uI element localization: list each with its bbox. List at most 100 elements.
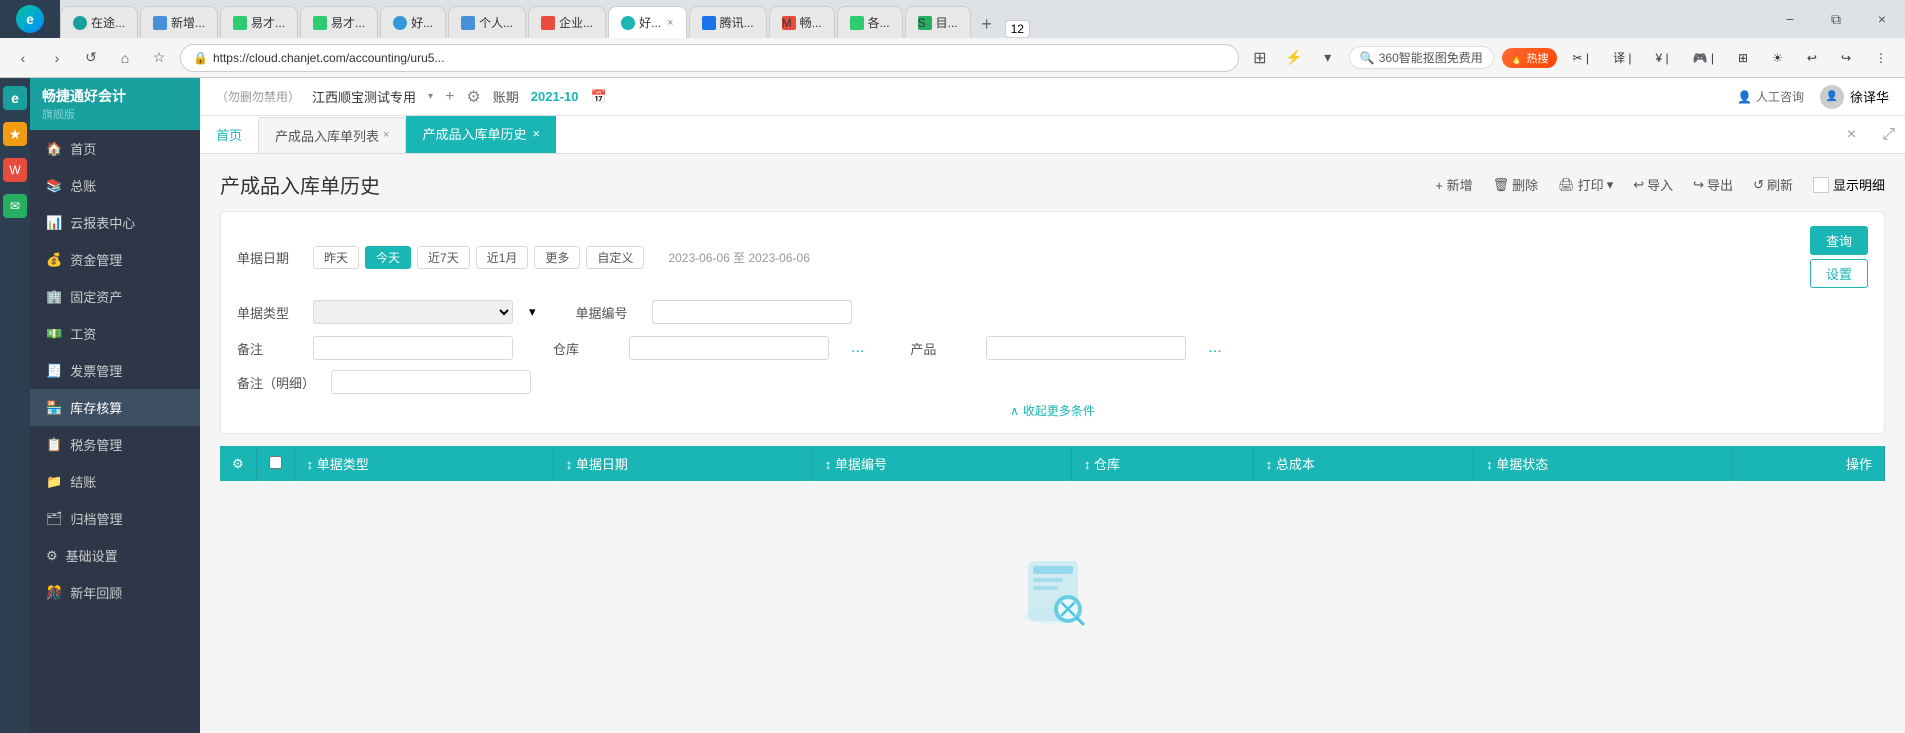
sidebar-icon-star[interactable]: ★ [3,122,27,146]
th-total-cost[interactable]: ↕ 总成本 [1253,446,1473,481]
refresh-btn[interactable]: ↺ 刷新 [1745,171,1801,198]
sidebar-item-tax[interactable]: 📋 税务管理 [30,426,200,463]
sidebar-item-fund[interactable]: 💰 资金管理 [30,241,200,278]
import-btn[interactable]: ↩ 导入 [1625,171,1681,198]
forward-btn[interactable]: › [44,45,70,71]
sidebar-item-cloud-report[interactable]: 📊 云报表中心 [30,204,200,241]
date-btn-more[interactable]: 更多 [534,246,580,269]
scissors-icon[interactable]: ✂ | [1565,48,1598,68]
th-status[interactable]: ↕ 单据状态 [1474,446,1733,481]
th-checkbox[interactable] [256,446,294,481]
apps-btn[interactable]: ⊞ [1730,48,1756,68]
sidebar-icon-weibo[interactable]: W [3,158,27,182]
redo-btn[interactable]: ↪ [1833,48,1859,68]
sidebar-item-inventory[interactable]: 🏪 库存核算 [30,389,200,426]
hot-search-badge[interactable]: 🔥 热搜 [1502,48,1557,68]
browser-tab-active[interactable]: 好... × [608,6,686,38]
print-btn[interactable]: 🖨 打印 ▾ [1550,171,1621,198]
window-minimize[interactable]: − [1767,0,1813,38]
settings-gear-btn[interactable]: ⚙ [466,87,480,107]
add-btn[interactable]: + 新增 [1427,171,1480,198]
date-btn-1month[interactable]: 近1月 [476,246,529,269]
browser-tab[interactable]: 好... [380,6,446,38]
back-btn[interactable]: ‹ [10,45,36,71]
undo-btn[interactable]: ↩ [1799,48,1825,68]
warehouse-ellipsis-btn[interactable]: ... [845,339,870,357]
sidebar-item-basic[interactable]: ⚙ 基础设置 [30,537,200,574]
lightning-icon[interactable]: ⚡ [1281,45,1307,71]
sidebar-item-fixed-assets[interactable]: 🏢 固定资产 [30,278,200,315]
extensions-icon[interactable]: ⊞ [1247,45,1273,71]
product-ellipsis-btn[interactable]: ... [1202,339,1227,357]
collapse-btn[interactable]: ∧ 收起更多条件 [237,402,1868,419]
date-btn-today[interactable]: 今天 [365,246,411,269]
setting-btn[interactable]: 设置 [1810,259,1868,288]
url-dropdown-btn[interactable]: ▾ [1315,45,1341,71]
product-filter-input[interactable] [986,336,1186,360]
bookmark-btn[interactable]: ☆ [146,45,172,71]
app-launcher[interactable]: e [0,0,60,38]
tab-list-close[interactable]: × [383,129,389,141]
browser-tab[interactable]: 企业... [528,6,606,38]
panel-close-btn[interactable]: × [1831,118,1872,152]
translate-btn[interactable]: 译 | [1605,46,1639,69]
select-all-checkbox[interactable] [269,456,282,469]
tab-history-close[interactable]: × [532,126,540,141]
th-number[interactable]: ↕ 单据编号 [812,446,1071,481]
browser-tab[interactable]: 易才... [220,6,298,38]
th-warehouse[interactable]: ↕ 仓库 [1071,446,1253,481]
sidebar-item-settlement[interactable]: 📁 结账 [30,463,200,500]
window-maximize[interactable]: ⧉ [1813,0,1859,38]
sidebar-icon-email[interactable]: ✉ [3,194,27,218]
browser-tab[interactable]: 易才... [300,6,378,38]
panel-expand-btn[interactable]: ⤢ [1872,118,1905,152]
number-filter-input[interactable] [652,300,852,324]
add-company-btn[interactable]: + [445,88,454,106]
show-detail-toggle[interactable]: 显示明细 [1813,175,1885,194]
sidebar-item-payroll[interactable]: 💵 工资 [30,315,200,352]
yuan-btn[interactable]: ¥ | [1648,48,1677,68]
company-dropdown[interactable]: ▾ [428,91,433,102]
date-btn-7days[interactable]: 近7天 [417,246,470,269]
th-type[interactable]: ↕ 单据类型 [294,446,553,481]
delete-btn[interactable]: 🗑 删除 [1485,171,1547,198]
warehouse-filter-input[interactable] [629,336,829,360]
remark-filter-input[interactable] [313,336,513,360]
breadcrumb-home[interactable]: 首页 [216,125,242,144]
sidebar-item-invoice[interactable]: 🧾 发票管理 [30,352,200,389]
th-gear[interactable]: ⚙ [220,446,256,481]
tab-close-active[interactable]: × [667,17,673,29]
detail-remark-input[interactable] [331,370,531,394]
tab-list-page[interactable]: 产成品入库单列表 × [258,117,406,153]
window-close[interactable]: × [1859,0,1905,38]
type-filter-select[interactable] [313,300,513,324]
browser-tab[interactable]: S 目... [905,6,971,38]
reload-btn[interactable]: ↺ [78,45,104,71]
th-date[interactable]: ↕ 单据日期 [553,446,812,481]
browser-tab[interactable]: 新增... [140,6,218,38]
game-btn[interactable]: 🎮 | [1685,48,1722,68]
settings-btn[interactable]: ⋮ [1867,48,1895,68]
sidebar-item-home[interactable]: 🏠 首页 [30,130,200,167]
brightness-btn[interactable]: ☀ [1764,48,1791,68]
date-btn-yesterday[interactable]: 昨天 [313,246,359,269]
url-input[interactable]: 🔒 https://cloud.chanjet.com/accounting/u… [180,44,1239,72]
export-btn[interactable]: ↪ 导出 [1685,171,1741,198]
date-btn-custom[interactable]: 自定义 [586,246,644,269]
tab-history-page[interactable]: 产成品入库单历史 × [406,116,556,153]
sidebar-item-ledger[interactable]: 📚 总账 [30,167,200,204]
browser-tab[interactable]: 在途... [60,6,138,38]
new-tab-btn[interactable]: + [973,10,1001,38]
browser-tab[interactable]: 腾讯... [689,6,767,38]
browser-tab[interactable]: 个人... [448,6,526,38]
browser-tab[interactable]: 各... [837,6,903,38]
search-area[interactable]: 🔍 360智能抠图免费用 [1349,46,1494,69]
calendar-icon[interactable]: 📅 [590,89,606,105]
user-service-btn[interactable]: 👤 人工咨询 [1737,88,1804,105]
show-detail-checkbox[interactable] [1813,177,1829,193]
home-btn[interactable]: ⌂ [112,45,138,71]
sidebar-item-more[interactable]: 🎊 新年回顾 [30,574,200,611]
query-btn[interactable]: 查询 [1810,226,1868,255]
sidebar-item-archive[interactable]: 🗂 归档管理 [30,500,200,537]
browser-tab[interactable]: M 畅... [769,6,835,38]
